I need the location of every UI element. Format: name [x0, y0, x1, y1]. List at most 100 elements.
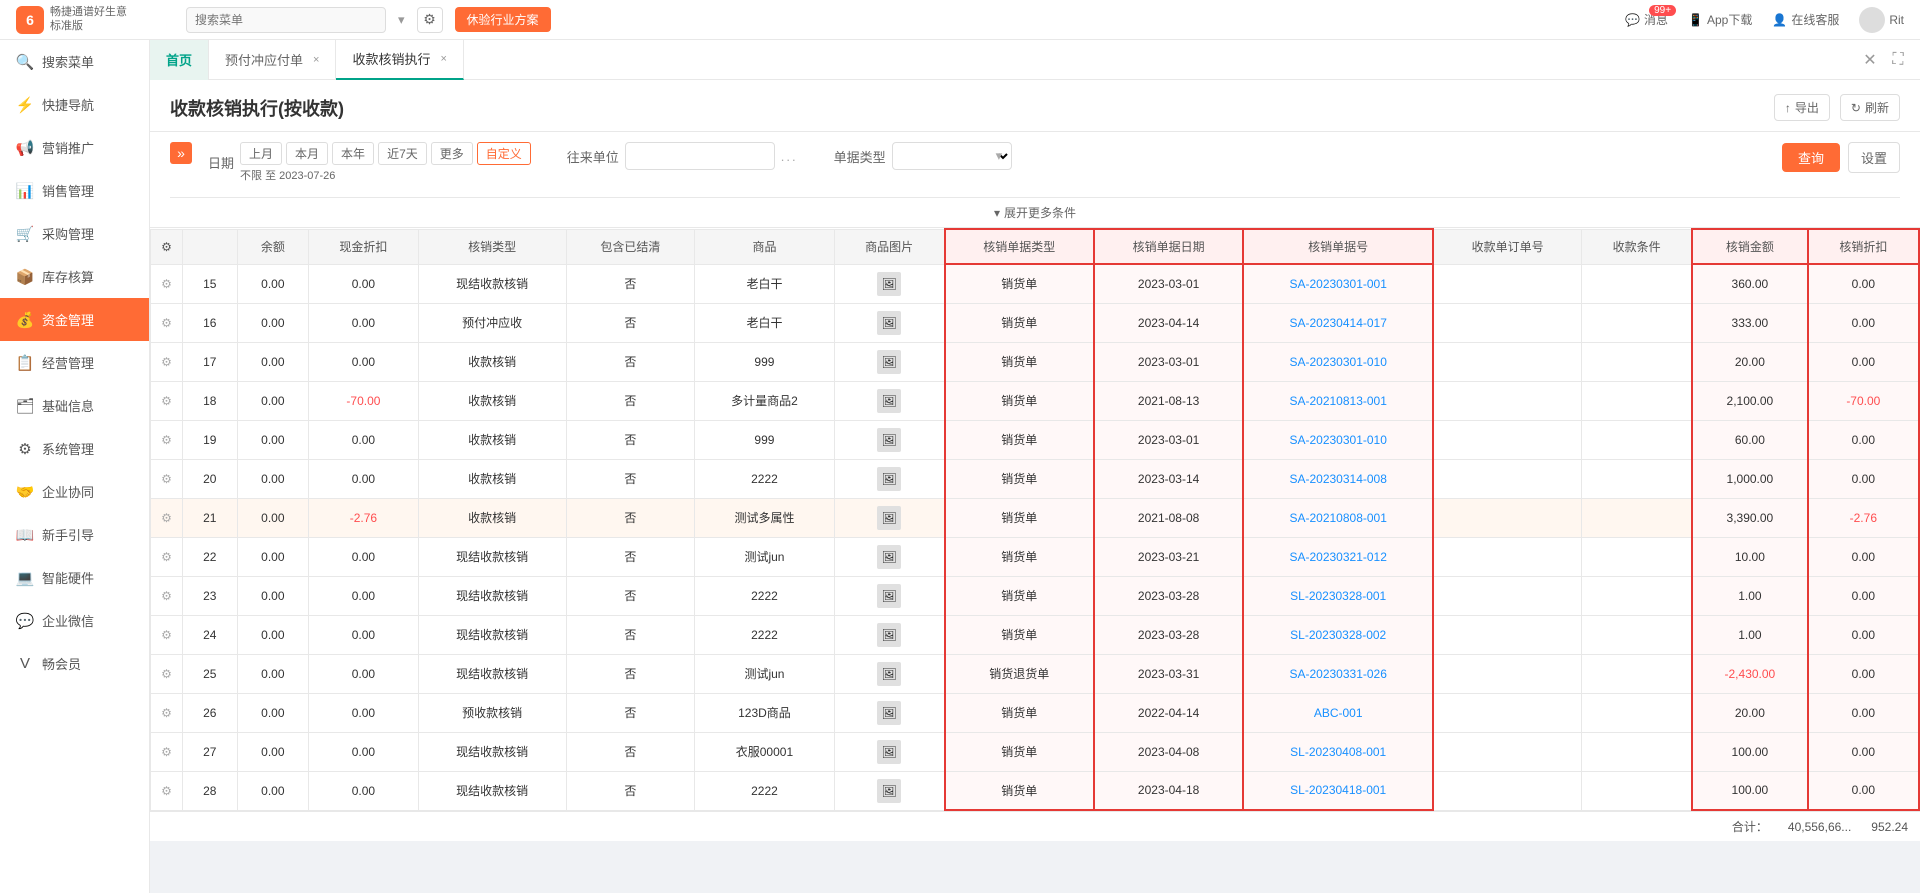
bill-no-link[interactable]: SA-20230321-012: [1289, 550, 1386, 564]
row-settings-icon[interactable]: ⚙: [161, 667, 172, 681]
industry-button[interactable]: 休验行业方案: [455, 7, 551, 32]
prepay-tab-close[interactable]: ×: [313, 54, 319, 66]
row-settings-icon[interactable]: ⚙: [161, 784, 172, 798]
row-settings-icon[interactable]: ⚙: [161, 628, 172, 642]
filter-expand-arrow[interactable]: »: [170, 142, 192, 164]
sidebar-item-finance[interactable]: 💰 资金管理: [0, 298, 149, 341]
row-settings-icon[interactable]: ⚙: [161, 550, 172, 564]
row-settings-icon[interactable]: ⚙: [161, 745, 172, 759]
sidebar-item-purchase[interactable]: 🛒 采购管理: [0, 212, 149, 255]
table-cell[interactable]: ⚙: [151, 498, 183, 537]
table-cell[interactable]: ⚙: [151, 381, 183, 420]
this-year-btn[interactable]: 本年: [332, 142, 374, 165]
sidebar-item-operations[interactable]: 📋 经营管理: [0, 341, 149, 384]
bill-no-link[interactable]: SA-20230314-008: [1289, 472, 1386, 486]
message-icon-item[interactable]: 💬 消息 99+: [1625, 11, 1668, 28]
app-download-item[interactable]: 📱 App下载: [1688, 11, 1752, 28]
row-settings-icon[interactable]: ⚙: [161, 316, 172, 330]
table-cell[interactable]: ⚙: [151, 459, 183, 498]
bill-no-link[interactable]: SA-20230301-010: [1289, 433, 1386, 447]
row-settings-icon[interactable]: ⚙: [161, 511, 172, 525]
table-cell[interactable]: ⚙: [151, 576, 183, 615]
maximize-window-button[interactable]: ⛶: [1888, 50, 1908, 70]
row-settings-icon[interactable]: ⚙: [161, 355, 172, 369]
table-cell[interactable]: SL-20230328-002: [1243, 615, 1433, 654]
bill-no-link[interactable]: SA-20230301-010: [1289, 355, 1386, 369]
th-settings[interactable]: ⚙: [151, 229, 183, 264]
receipt-type-select[interactable]: [892, 142, 1012, 170]
bill-no-link[interactable]: SL-20230328-001: [1290, 589, 1386, 603]
table-cell[interactable]: ⚙: [151, 615, 183, 654]
table-cell[interactable]: SA-20230301-010: [1243, 342, 1433, 381]
refresh-button[interactable]: ↻ 刷新: [1840, 94, 1900, 121]
sidebar-item-system[interactable]: ⚙ 系统管理: [0, 427, 149, 470]
table-cell[interactable]: ⚙: [151, 654, 183, 693]
tab-home[interactable]: 首页: [150, 40, 209, 80]
bill-no-link[interactable]: ABC-001: [1314, 706, 1363, 720]
sidebar-item-sales[interactable]: 📊 销售管理: [0, 169, 149, 212]
table-cell[interactable]: SA-20230301-010: [1243, 420, 1433, 459]
partner-input[interactable]: [625, 142, 775, 170]
table-cell[interactable]: ⚙: [151, 693, 183, 732]
tab-write-off[interactable]: 收款核销执行 ×: [336, 40, 463, 80]
bill-no-link[interactable]: SL-20230328-002: [1290, 628, 1386, 642]
close-window-button[interactable]: ✕: [1860, 50, 1880, 70]
dropdown-arrow-icon[interactable]: ▾: [398, 12, 405, 28]
setting-button[interactable]: 设置: [1848, 142, 1900, 173]
top-search-input[interactable]: [186, 7, 386, 33]
bill-no-link[interactable]: SL-20230408-001: [1290, 745, 1386, 759]
tab-prepay[interactable]: 预付冲应付单 ×: [209, 40, 336, 80]
sidebar-item-search[interactable]: 🔍 搜索菜单: [0, 40, 149, 83]
last-month-btn[interactable]: 上月: [240, 142, 282, 165]
sidebar-item-guide[interactable]: 📖 新手引导: [0, 513, 149, 556]
table-cell[interactable]: ABC-001: [1243, 693, 1433, 732]
table-cell[interactable]: SL-20230418-001: [1243, 771, 1433, 810]
sidebar-item-wechat[interactable]: 💬 企业微信: [0, 599, 149, 642]
row-settings-icon[interactable]: ⚙: [161, 472, 172, 486]
table-cell[interactable]: ⚙: [151, 771, 183, 810]
sidebar-item-hardware[interactable]: 💻 智能硬件: [0, 556, 149, 599]
table-cell[interactable]: SA-20230301-001: [1243, 264, 1433, 303]
bill-no-link[interactable]: SA-20210808-001: [1289, 511, 1386, 525]
bill-no-link[interactable]: SA-20230331-026: [1289, 667, 1386, 681]
table-cell[interactable]: SA-20210813-001: [1243, 381, 1433, 420]
table-cell[interactable]: ⚙: [151, 264, 183, 303]
table-cell[interactable]: SA-20230314-008: [1243, 459, 1433, 498]
row-settings-icon[interactable]: ⚙: [161, 589, 172, 603]
table-cell[interactable]: ⚙: [151, 303, 183, 342]
this-month-btn[interactable]: 本月: [286, 142, 328, 165]
table-cell[interactable]: SA-20230414-017: [1243, 303, 1433, 342]
bill-no-link[interactable]: SA-20210813-001: [1289, 394, 1386, 408]
sidebar-item-inventory[interactable]: 📦 库存核算: [0, 255, 149, 298]
row-settings-icon[interactable]: ⚙: [161, 394, 172, 408]
bill-no-link[interactable]: SL-20230418-001: [1290, 783, 1386, 797]
gear-button[interactable]: ⚙: [417, 7, 443, 33]
custom-date-btn[interactable]: 自定义: [477, 142, 531, 165]
user-item[interactable]: Rit: [1859, 7, 1904, 33]
table-cell[interactable]: ⚙: [151, 342, 183, 381]
write-off-tab-close[interactable]: ×: [440, 53, 446, 65]
sidebar-item-marketing[interactable]: 📢 营销推广: [0, 126, 149, 169]
online-service-item[interactable]: 👤 在线客服: [1772, 11, 1839, 28]
more-date-btn[interactable]: 更多: [431, 142, 473, 165]
sidebar-item-collab[interactable]: 🤝 企业协同: [0, 470, 149, 513]
table-cell[interactable]: SA-20230321-012: [1243, 537, 1433, 576]
sidebar-item-shortcut[interactable]: ⚡ 快捷导航: [0, 83, 149, 126]
table-cell[interactable]: SL-20230328-001: [1243, 576, 1433, 615]
row-settings-icon[interactable]: ⚙: [161, 706, 172, 720]
last-7days-btn[interactable]: 近7天: [378, 142, 427, 165]
expand-more-bar[interactable]: ▾ 展开更多条件: [170, 197, 1900, 227]
export-button[interactable]: ↑ 导出: [1774, 94, 1830, 121]
row-settings-icon[interactable]: ⚙: [161, 433, 172, 447]
sidebar-item-basic-info[interactable]: 🗂 基础信息: [0, 384, 149, 427]
query-button[interactable]: 查询: [1782, 143, 1840, 172]
table-cell[interactable]: SL-20230408-001: [1243, 732, 1433, 771]
bill-no-link[interactable]: SA-20230301-001: [1289, 277, 1386, 291]
table-cell[interactable]: SA-20230331-026: [1243, 654, 1433, 693]
table-cell[interactable]: SA-20210808-001: [1243, 498, 1433, 537]
table-cell[interactable]: ⚙: [151, 420, 183, 459]
sidebar-item-vip[interactable]: V 畅会员: [0, 642, 149, 685]
bill-no-link[interactable]: SA-20230414-017: [1289, 316, 1386, 330]
row-settings-icon[interactable]: ⚙: [161, 277, 172, 291]
table-cell[interactable]: ⚙: [151, 732, 183, 771]
